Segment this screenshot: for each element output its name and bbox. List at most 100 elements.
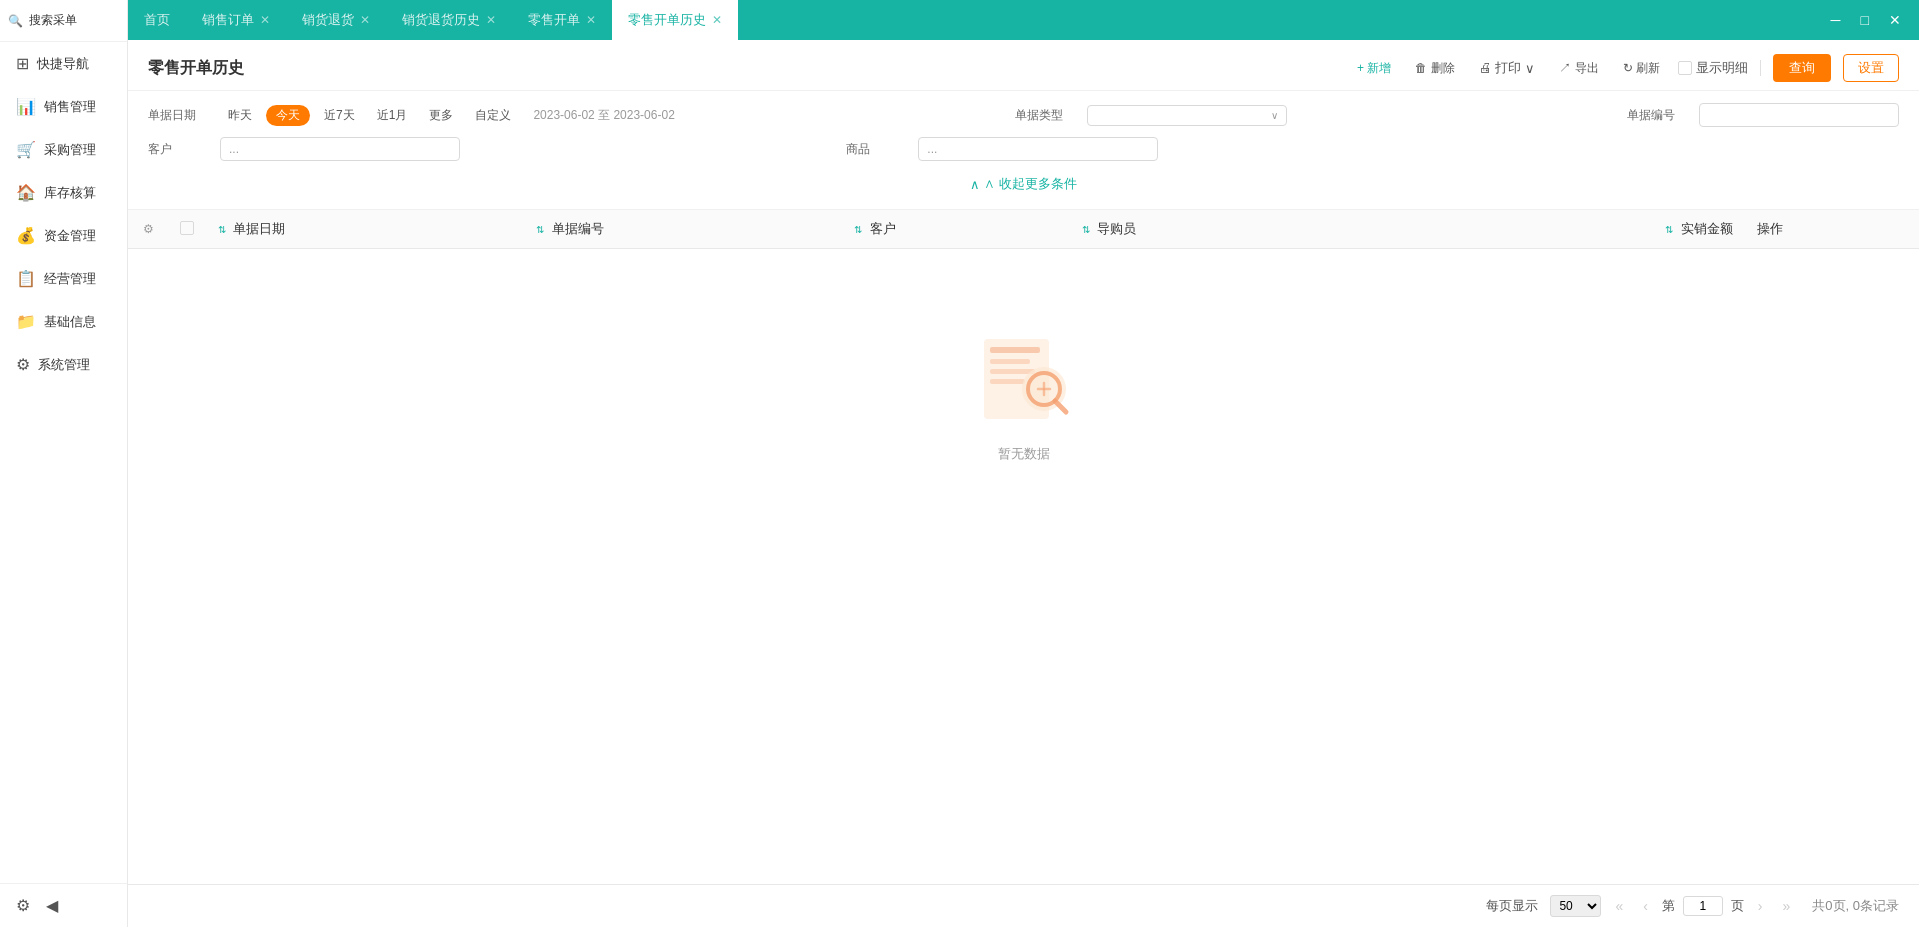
tab-sales-order-label: 销售订单 [202,11,254,29]
collapse-label: ∧ 收起更多条件 [984,175,1077,193]
empty-state: 暂无数据 [128,249,1919,503]
collapse-icon[interactable]: ◀ [46,896,58,915]
sidebar-item-label: 基础信息 [44,313,96,331]
tab-sales-return-close[interactable]: ✕ [360,13,370,27]
empty-text: 暂无数据 [998,445,1050,463]
quick-nav-icon: ⊞ [16,54,29,73]
sidebar-item-label: 经营管理 [44,270,96,288]
tab-retail-open[interactable]: 零售开单 ✕ [512,0,612,40]
sidebar-search[interactable]: 🔍 搜索采单 [0,0,127,42]
tab-retail-open-close[interactable]: ✕ [586,13,596,27]
doc-no-input[interactable] [1699,103,1899,127]
svg-rect-4 [990,379,1025,384]
add-button[interactable]: + 新增 [1351,56,1397,81]
sidebar-item-operations[interactable]: 📋 经营管理 [0,257,127,300]
inventory-icon: 🏠 [16,183,36,202]
svg-rect-1 [990,347,1040,353]
sidebar-item-inventory[interactable]: 🏠 库存核算 [0,171,127,214]
th-amount[interactable]: ⇅ 实销金额 [1427,210,1745,249]
sidebar-item-label: 资金管理 [44,227,96,245]
maximize-btn[interactable]: □ [1855,10,1875,30]
date-group: 昨天 今天 近7天 近1月 更多 自定义 2023-06-02 至 2023-0… [220,105,675,126]
doc-type-select[interactable]: ∨ [1087,105,1287,126]
goods-label: 商品 [846,141,902,158]
th-guide[interactable]: ⇅ 导购员 [1070,210,1343,249]
purchase-mgmt-icon: 🛒 [16,140,36,159]
sidebar-item-sys-mgmt[interactable]: ⚙ 系统管理 [0,343,127,386]
th-no[interactable]: ⇅ 单据编号 [524,210,842,249]
delete-button[interactable]: 🗑 删除 [1409,56,1460,81]
query-button[interactable]: 查询 [1773,54,1831,82]
date-yesterday[interactable]: 昨天 [220,105,260,126]
sidebar-item-label: 快捷导航 [37,55,89,73]
display-toggle[interactable]: 显示明细 [1678,59,1748,77]
select-all-checkbox[interactable] [180,221,194,235]
display-checkbox[interactable] [1678,61,1692,75]
tab-sales-order-close[interactable]: ✕ [260,13,270,27]
prev-page-btn[interactable]: ‹ [1637,896,1654,916]
sidebar-item-basic-info[interactable]: 📁 基础信息 [0,300,127,343]
tab-sales-order[interactable]: 销售订单 ✕ [186,0,286,40]
doc-no-label: 单据编号 [1627,107,1683,124]
page-label: 页 [1731,897,1744,915]
first-page-btn[interactable]: « [1609,896,1629,916]
topbar: 首页 销售订单 ✕ 销货退货 ✕ 销货退货历史 ✕ 零售开单 ✕ 零售开单历史 … [128,0,1919,40]
goods-select[interactable]: ... [918,137,1158,161]
date-more[interactable]: 更多 [421,105,461,126]
tab-home[interactable]: 首页 [128,0,186,40]
operations-icon: 📋 [16,269,36,288]
sort-customer-icon: ⇅ [854,224,862,235]
settings-icon[interactable]: ⚙ [16,896,30,915]
page-header: 零售开单历史 + 新增 🗑 删除 🖨 打印 ∨ ↗ 导出 ↻ 刷新 显示明细 查… [128,40,1919,91]
date-7days[interactable]: 近7天 [316,105,363,126]
th-customer-label: 客户 [870,221,896,236]
table-header-row: ⚙ ⇅ 单据日期 ⇅ 单据编号 ⇅ [128,210,1919,249]
th-date-label: 单据日期 [233,221,285,236]
toolbar: + 新增 🗑 删除 🖨 打印 ∨ ↗ 导出 ↻ 刷新 显示明细 查询 设置 [1351,54,1899,82]
doc-no-field[interactable] [1708,108,1890,122]
sidebar-item-purchase-mgmt[interactable]: 🛒 采购管理 [0,128,127,171]
sidebar-item-quick-nav[interactable]: ⊞ 快捷导航 [0,42,127,85]
th-date[interactable]: ⇅ 单据日期 [206,210,524,249]
tab-sales-return-history[interactable]: 销货退货历史 ✕ [386,0,512,40]
sort-no-icon: ⇅ [536,224,544,235]
date-1month[interactable]: 近1月 [369,105,416,126]
settings-button[interactable]: 设置 [1843,54,1899,82]
sort-date-icon: ⇅ [218,224,226,235]
sidebar-item-finance[interactable]: 💰 资金管理 [0,214,127,257]
tab-sales-return-history-close[interactable]: ✕ [486,13,496,27]
collapse-btn[interactable]: ∧ ∧ 收起更多条件 [970,171,1077,197]
next-page-btn[interactable]: › [1752,896,1769,916]
data-table: ⚙ ⇅ 单据日期 ⇅ 单据编号 ⇅ [128,210,1919,249]
close-btn[interactable]: ✕ [1883,10,1907,30]
sales-mgmt-icon: 📊 [16,97,36,116]
th-customer[interactable]: ⇅ 客户 [842,210,1070,249]
refresh-button[interactable]: ↻ 刷新 [1617,56,1666,81]
date-today[interactable]: 今天 [266,105,310,126]
date-label: 单据日期 [148,107,204,124]
th-checkbox[interactable] [168,210,206,249]
sort-amount-icon: ⇅ [1665,224,1673,235]
date-custom[interactable]: 自定义 [467,105,519,126]
tab-retail-open-history[interactable]: 零售开单历史 ✕ [612,0,738,40]
page-size-label: 每页显示 [1486,897,1538,915]
th-amount-label: 实销金额 [1681,221,1733,236]
print-arrow: ∨ [1525,61,1535,76]
current-page-input[interactable] [1683,896,1723,916]
customer-select[interactable]: ... [220,137,460,161]
date-range: 2023-06-02 至 2023-06-02 [533,107,674,124]
table-container: ⚙ ⇅ 单据日期 ⇅ 单据编号 ⇅ [128,210,1919,884]
minimize-btn[interactable]: ─ [1825,10,1847,30]
tab-sales-return[interactable]: 销货退货 ✕ [286,0,386,40]
last-page-btn[interactable]: » [1777,896,1797,916]
export-button[interactable]: ↗ 导出 [1553,56,1604,81]
print-button[interactable]: 🖨 打印 ∨ [1473,55,1542,81]
th-gear[interactable]: ⚙ [128,210,168,249]
sidebar-item-label: 采购管理 [44,141,96,159]
tab-sales-return-history-label: 销货退货历史 [402,11,480,29]
page-size-select[interactable]: 10 20 50 100 [1550,895,1601,917]
sidebar-item-sales-mgmt[interactable]: 📊 销售管理 [0,85,127,128]
tab-retail-open-history-close[interactable]: ✕ [712,13,722,27]
sys-mgmt-icon: ⚙ [16,355,30,374]
content: 零售开单历史 + 新增 🗑 删除 🖨 打印 ∨ ↗ 导出 ↻ 刷新 显示明细 查… [128,40,1919,927]
